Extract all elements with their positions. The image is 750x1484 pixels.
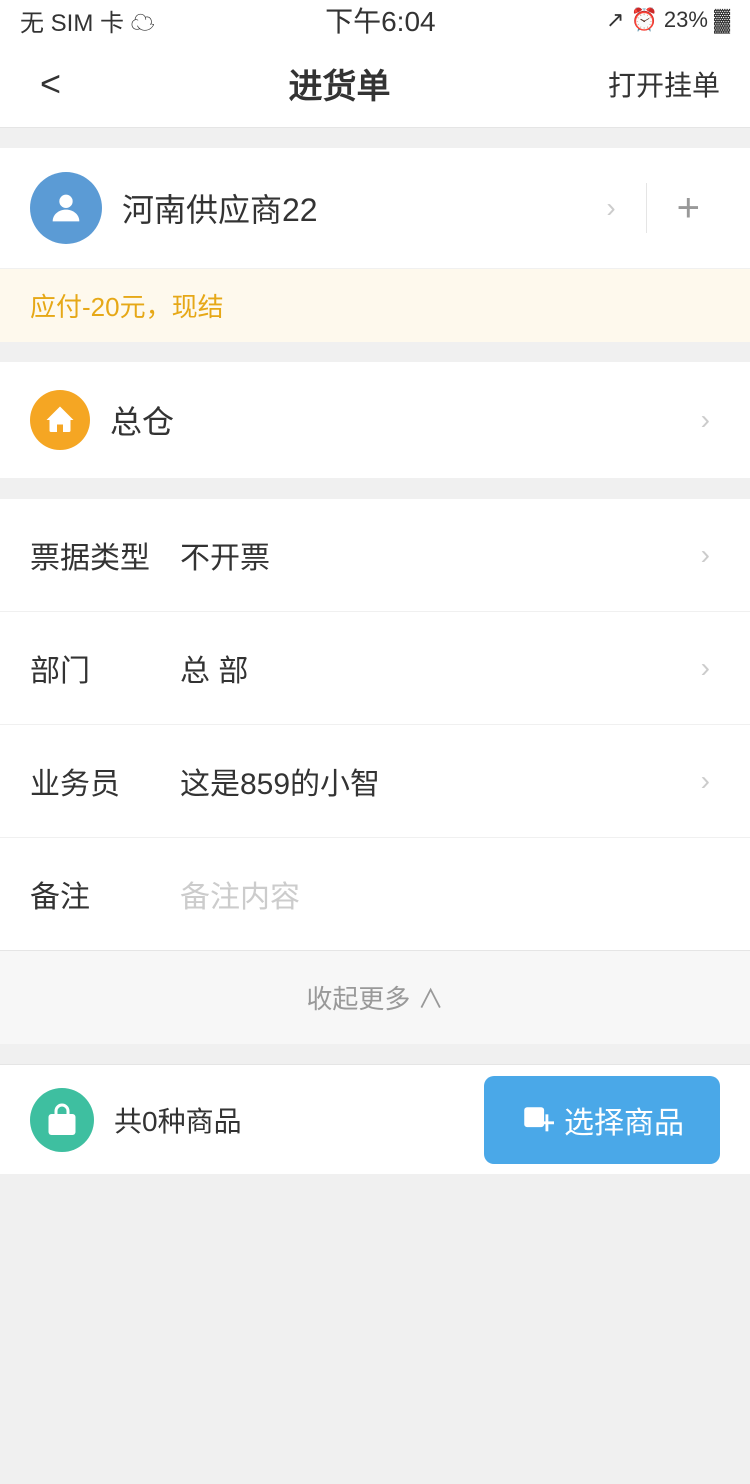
warehouse-name: 总仓 (110, 397, 701, 443)
open-pending-button[interactable]: 打开挂单 (608, 64, 720, 104)
department-value: 总 部 (180, 646, 701, 690)
bottom-bar: 共0种商品 选择商品 (0, 1064, 750, 1174)
department-label: 部门 (30, 646, 150, 690)
goods-count: 共0种商品 (114, 1100, 484, 1140)
invoice-label: 票据类型 (30, 533, 150, 577)
invoice-type-row[interactable]: 票据类型 不开票 › (0, 498, 750, 611)
nav-bar: < 进货单 打开挂单 (0, 40, 750, 128)
alarm-icon: ⏰ (630, 7, 657, 33)
invoice-chevron-icon: › (701, 539, 710, 571)
supplier-chevron-icon: › (606, 192, 615, 224)
section-gap-2 (0, 342, 750, 362)
supplier-row[interactable]: 河南供应商22 › + (0, 148, 750, 269)
person-icon (46, 188, 86, 228)
warehouse-chevron-icon: › (701, 404, 710, 436)
notice-bar: 应付-20元，现结 (0, 269, 750, 342)
select-goods-button[interactable]: 选择商品 (484, 1076, 720, 1164)
page-title: 进货单 (289, 59, 391, 108)
salesman-row[interactable]: 业务员 这是859的小智 › (0, 724, 750, 837)
invoice-value: 不开票 (180, 533, 701, 577)
department-row[interactable]: 部门 总 部 › (0, 611, 750, 724)
footer-area (0, 1174, 750, 1484)
add-supplier-button[interactable]: + (657, 176, 720, 241)
supplier-avatar (30, 172, 102, 244)
form-section: 票据类型 不开票 › 部门 总 部 › 业务员 这是859的小智 › 备注 备注… (0, 498, 750, 1044)
note-row[interactable]: 备注 备注内容 (0, 837, 750, 950)
status-bar: 无 SIM 卡 ☁ 下午6:04 ↗ ⏰ 23% ▓ (0, 0, 750, 40)
shopping-bag-icon (44, 1102, 80, 1138)
note-label: 备注 (30, 872, 150, 916)
salesman-value: 这是859的小智 (180, 759, 701, 803)
warehouse-icon (30, 390, 90, 450)
section-gap-1 (0, 128, 750, 148)
warehouse-row[interactable]: 总仓 › (0, 362, 750, 478)
section-gap-4 (0, 1044, 750, 1064)
salesman-label: 业务员 (30, 759, 150, 803)
department-chevron-icon: › (701, 652, 710, 684)
vertical-divider (646, 183, 647, 233)
status-left: 无 SIM 卡 ☁ (20, 3, 155, 38)
status-right: ↗ ⏰ 23% ▓ (606, 7, 730, 33)
battery-icon: ▓ (714, 7, 730, 33)
note-placeholder[interactable]: 备注内容 (180, 872, 720, 916)
collapse-button[interactable]: 收起更多 ∧ (0, 950, 750, 1044)
select-goods-label: 选择商品 (564, 1098, 684, 1142)
section-gap-3 (0, 478, 750, 498)
location-icon: ↗ (606, 7, 624, 33)
supplier-section: 河南供应商22 › + 应付-20元，现结 (0, 148, 750, 342)
home-icon (42, 402, 78, 438)
sim-status: 无 SIM 卡 ☁ (20, 3, 155, 38)
warehouse-section: 总仓 › (0, 362, 750, 478)
select-goods-icon (520, 1103, 554, 1137)
back-button[interactable]: < (30, 53, 71, 115)
status-time: 下午6:04 (325, 0, 436, 40)
goods-icon (30, 1088, 94, 1152)
salesman-chevron-icon: › (701, 765, 710, 797)
battery-label: 23% (664, 7, 708, 33)
supplier-name: 河南供应商22 (122, 185, 606, 231)
